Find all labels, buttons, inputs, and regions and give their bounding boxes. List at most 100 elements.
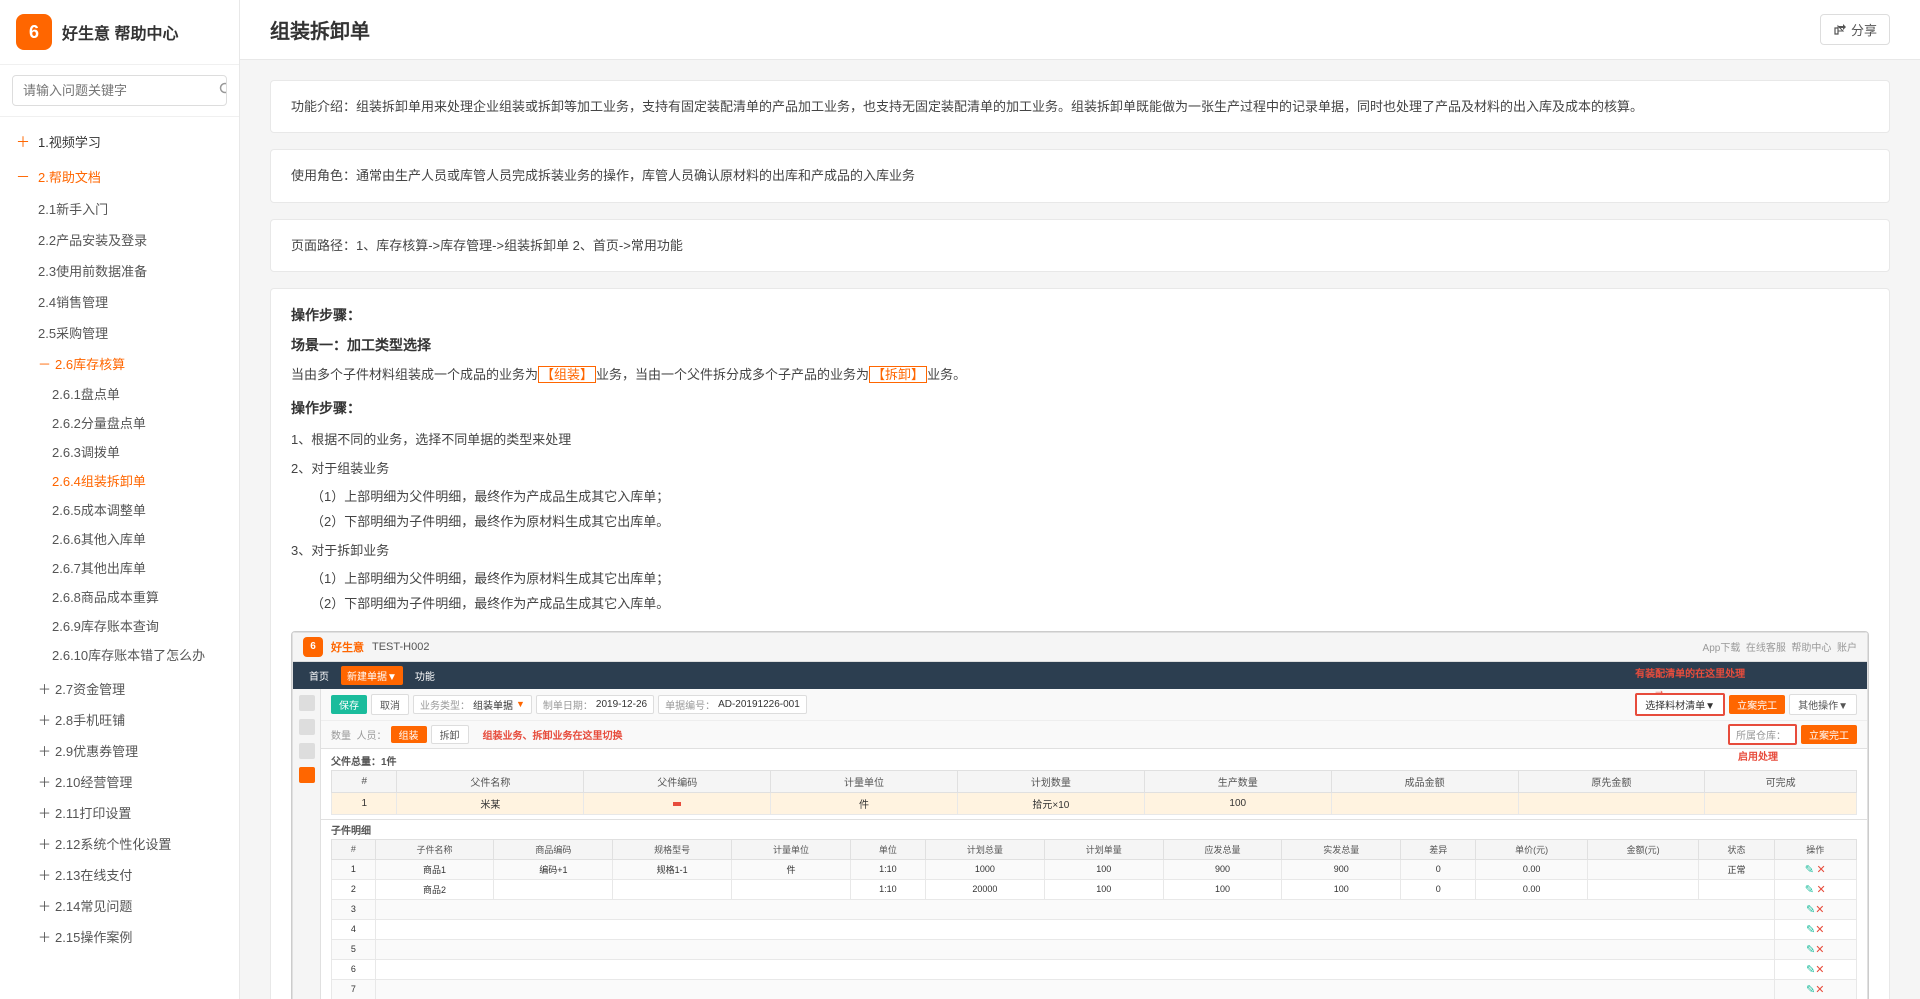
r6ops: ✎✕ <box>1774 959 1856 979</box>
sidebar-item-stocktake[interactable]: 2.6.1盘点单 <box>0 379 239 408</box>
nav-group-video-header[interactable]: ＋ 1.视频学习 <box>0 125 239 158</box>
sidebar-item-cost-adj[interactable]: 2.6.5成本调整单 <box>0 495 239 524</box>
mock-lower-r1-4: 件 <box>732 859 851 879</box>
r6op-e[interactable]: ✎ <box>1806 964 1815 976</box>
r7op-e[interactable]: ✎ <box>1806 984 1815 996</box>
mock-content: 保存 取消 业务类型： 组装单据 ▼ 制单日期： <box>293 689 1867 999</box>
mock-upper-th-amount: 成品金额 <box>1331 770 1518 792</box>
mock-btn-launch[interactable]: 立案完工 <box>1801 725 1857 744</box>
mock-upper-th-plan: 计划数量 <box>957 770 1144 792</box>
mock-qty-label: 数量 人员： <box>331 727 387 742</box>
app-logo-text: 好生意 帮助中心 <box>62 20 178 44</box>
search-input[interactable] <box>13 77 209 104</box>
sidebar-item-finance[interactable]: ＋2.7资金管理 <box>0 673 239 704</box>
sidebar-item-assembly[interactable]: 2.6.4组装拆卸单 <box>0 466 239 495</box>
mock-main-content: 保存 取消 业务类型： 组装单据 ▼ 制单日期： <box>321 689 1867 999</box>
mock-lower-th-7: 计划单量 <box>1044 839 1163 859</box>
sidebar-item-newbie[interactable]: 2.1新手入门 <box>0 193 239 224</box>
mock-lower-r2-12 <box>1587 879 1699 899</box>
mock-highlighted-cell <box>673 802 681 806</box>
sidebar: 6 好生意 帮助中心 ＋ 1.视频学习 － 2.帮助文档 <box>0 0 240 999</box>
sidebar-item-cases[interactable]: ＋2.15操作案例 <box>0 921 239 952</box>
sidebar-item-ledger-query[interactable]: 2.6.9库存账本查询 <box>0 611 239 640</box>
mock-btn-complete[interactable]: 立案完工 <box>1729 695 1785 714</box>
mock-lower-th-13: 状态 <box>1699 839 1774 859</box>
mock-tab-assembly[interactable]: 组装 <box>391 726 427 743</box>
annotation1-text: 有装配清单的在这里处理 <box>1635 665 1745 680</box>
step2a-text: （1）上部明细为父件明细，最终作为产成品生成其它入库单； <box>291 485 1869 510</box>
r7c0: 7 <box>332 979 376 999</box>
step2-text: 2、对于组装业务 <box>291 457 1869 482</box>
mock-btn-cancel[interactable]: 取消 <box>371 694 409 715</box>
sidebar-item-inventory[interactable]: －2.6库存核算 <box>0 348 239 379</box>
sidebar-item-faq[interactable]: ＋2.14常见问题 <box>0 890 239 921</box>
r7op-d[interactable]: ✕ <box>1815 984 1824 996</box>
mock-upper-th-orig: 原先金额 <box>1518 770 1705 792</box>
annotation2-text: 组装业务、拆卸业务在这里切换 <box>483 727 623 742</box>
sidebar-item-print[interactable]: ＋2.11打印设置 <box>0 797 239 828</box>
minus-icon: － <box>16 170 30 184</box>
plus-icon: ＋ <box>16 135 30 149</box>
mock-btn-save[interactable]: 保存 <box>331 695 367 714</box>
mock-lower-th-4: 计量单位 <box>732 839 851 859</box>
mock-upper-title: 父件总量：1件 <box>331 753 1857 768</box>
mock-lower-r1-6: 1000 <box>926 859 1045 879</box>
sidebar-item-other-in[interactable]: 2.6.6其他入库单 <box>0 524 239 553</box>
sidebar-item-payment[interactable]: ＋2.13在线支付 <box>0 859 239 890</box>
sidebar-item-customize[interactable]: ＋2.12系统个性化设置 <box>0 828 239 859</box>
mock-op-edit2[interactable]: ✎ <box>1805 884 1814 896</box>
r4op-e[interactable]: ✎ <box>1806 924 1815 936</box>
mock-lower-row-3: 3✎✕ <box>332 899 1857 919</box>
r3op-e[interactable]: ✎ <box>1806 904 1815 916</box>
sidebar-item-coupon[interactable]: ＋2.9优惠券管理 <box>0 735 239 766</box>
mock-launch-label: 所属仓库： <box>1736 727 1786 742</box>
mock-op-del2[interactable]: ✕ <box>1817 884 1826 896</box>
r6rest <box>375 959 1774 979</box>
sidebar-item-ledger-fix[interactable]: 2.6.10库存账本错了怎么办 <box>0 640 239 669</box>
mock-op-edit[interactable]: ✎ <box>1805 864 1814 876</box>
sidebar-item-data-prep[interactable]: 2.3使用前数据准备 <box>0 255 239 286</box>
mock-launch-container: 所属仓库： 启用处理 <box>1728 724 1797 745</box>
mock-icon4 <box>299 767 315 783</box>
mock-upper-cell-avail <box>1705 792 1857 814</box>
r6op-d[interactable]: ✕ <box>1815 964 1824 976</box>
mock-lower-r2-0: 2 <box>332 879 376 899</box>
mock-lower-row-6: 6✎✕ <box>332 959 1857 979</box>
mock-lower-r2-10: 0 <box>1401 879 1476 899</box>
mock-btn-other[interactable]: 其他操作▼ <box>1789 694 1857 715</box>
sidebar-item-partial-stock[interactable]: 2.6.2分量盘点单 <box>0 408 239 437</box>
path-section: 页面路径：1、库存核算->库存管理->组装拆卸单 2、首页->常用功能 <box>270 219 1890 272</box>
sidebar-item-purchase[interactable]: 2.5采购管理 <box>0 317 239 348</box>
mock-btn-material-list[interactable]: 选择料材清单▼ <box>1635 693 1725 716</box>
sidebar-item-mobile[interactable]: ＋2.8手机旺铺 <box>0 704 239 735</box>
nav-group-docs: － 2.帮助文档 2.1新手入门 2.2产品安装及登录 2.3使用前数据准备 2… <box>0 160 239 952</box>
sidebar-item-other-out[interactable]: 2.6.7其他出库单 <box>0 553 239 582</box>
r5op-e[interactable]: ✎ <box>1806 944 1815 956</box>
r4op-d[interactable]: ✕ <box>1815 924 1824 936</box>
nav-group-docs-header[interactable]: － 2.帮助文档 <box>0 160 239 193</box>
mock-lower-r1-1: 商品1 <box>375 859 494 879</box>
search-button[interactable] <box>209 76 227 105</box>
mock-type-tabs: 数量 人员： 组装 拆卸 组装业务、拆卸业务在这里切换 所属仓库： <box>321 721 1867 749</box>
sidebar-item-sales[interactable]: 2.4销售管理 <box>0 286 239 317</box>
sidebar-item-cost-recalc[interactable]: 2.6.8商品成本重算 <box>0 582 239 611</box>
mock-field-no: 单据编号： AD-20191226-001 <box>658 695 807 714</box>
mock-toolbar-right: 选择料材清单▼ 有装配清单的在这里处理 → 立案完工 其他操作▼ <box>1635 693 1857 716</box>
mock-lower-r1-3: 规格1-1 <box>613 859 732 879</box>
screenshot-container: 6 好生意 TEST-H002 App下载 在线客服 帮助中心 账户 首页 新建… <box>291 631 1869 999</box>
sidebar-item-transfer[interactable]: 2.6.3调拨单 <box>0 437 239 466</box>
mock-lower-th-14: 操作 <box>1774 839 1856 859</box>
mock-op-del[interactable]: ✕ <box>1817 864 1826 876</box>
mock-tab-disassembly[interactable]: 拆卸 <box>431 725 469 744</box>
main-area: 组装拆卸单 分享 功能介绍：组装拆卸单用来处理企业组装或拆卸等加工业务，支持有固… <box>240 0 1920 999</box>
step3a-text: （1）上部明细为父件明细，最终作为原材料生成其它出库单； <box>291 567 1869 592</box>
mock-lower-th-5: 单位 <box>850 839 925 859</box>
sidebar-item-install[interactable]: 2.2产品安装及登录 <box>0 224 239 255</box>
r5op-d[interactable]: ✕ <box>1815 944 1824 956</box>
share-button[interactable]: 分享 <box>1820 14 1890 45</box>
search-box <box>12 75 227 106</box>
sidebar-item-ops[interactable]: ＋2.10经营管理 <box>0 766 239 797</box>
r3op-d[interactable]: ✕ <box>1815 904 1824 916</box>
mock-lower-r1-13: 正常 <box>1699 859 1774 879</box>
mock-lower-r2-9: 100 <box>1282 879 1401 899</box>
